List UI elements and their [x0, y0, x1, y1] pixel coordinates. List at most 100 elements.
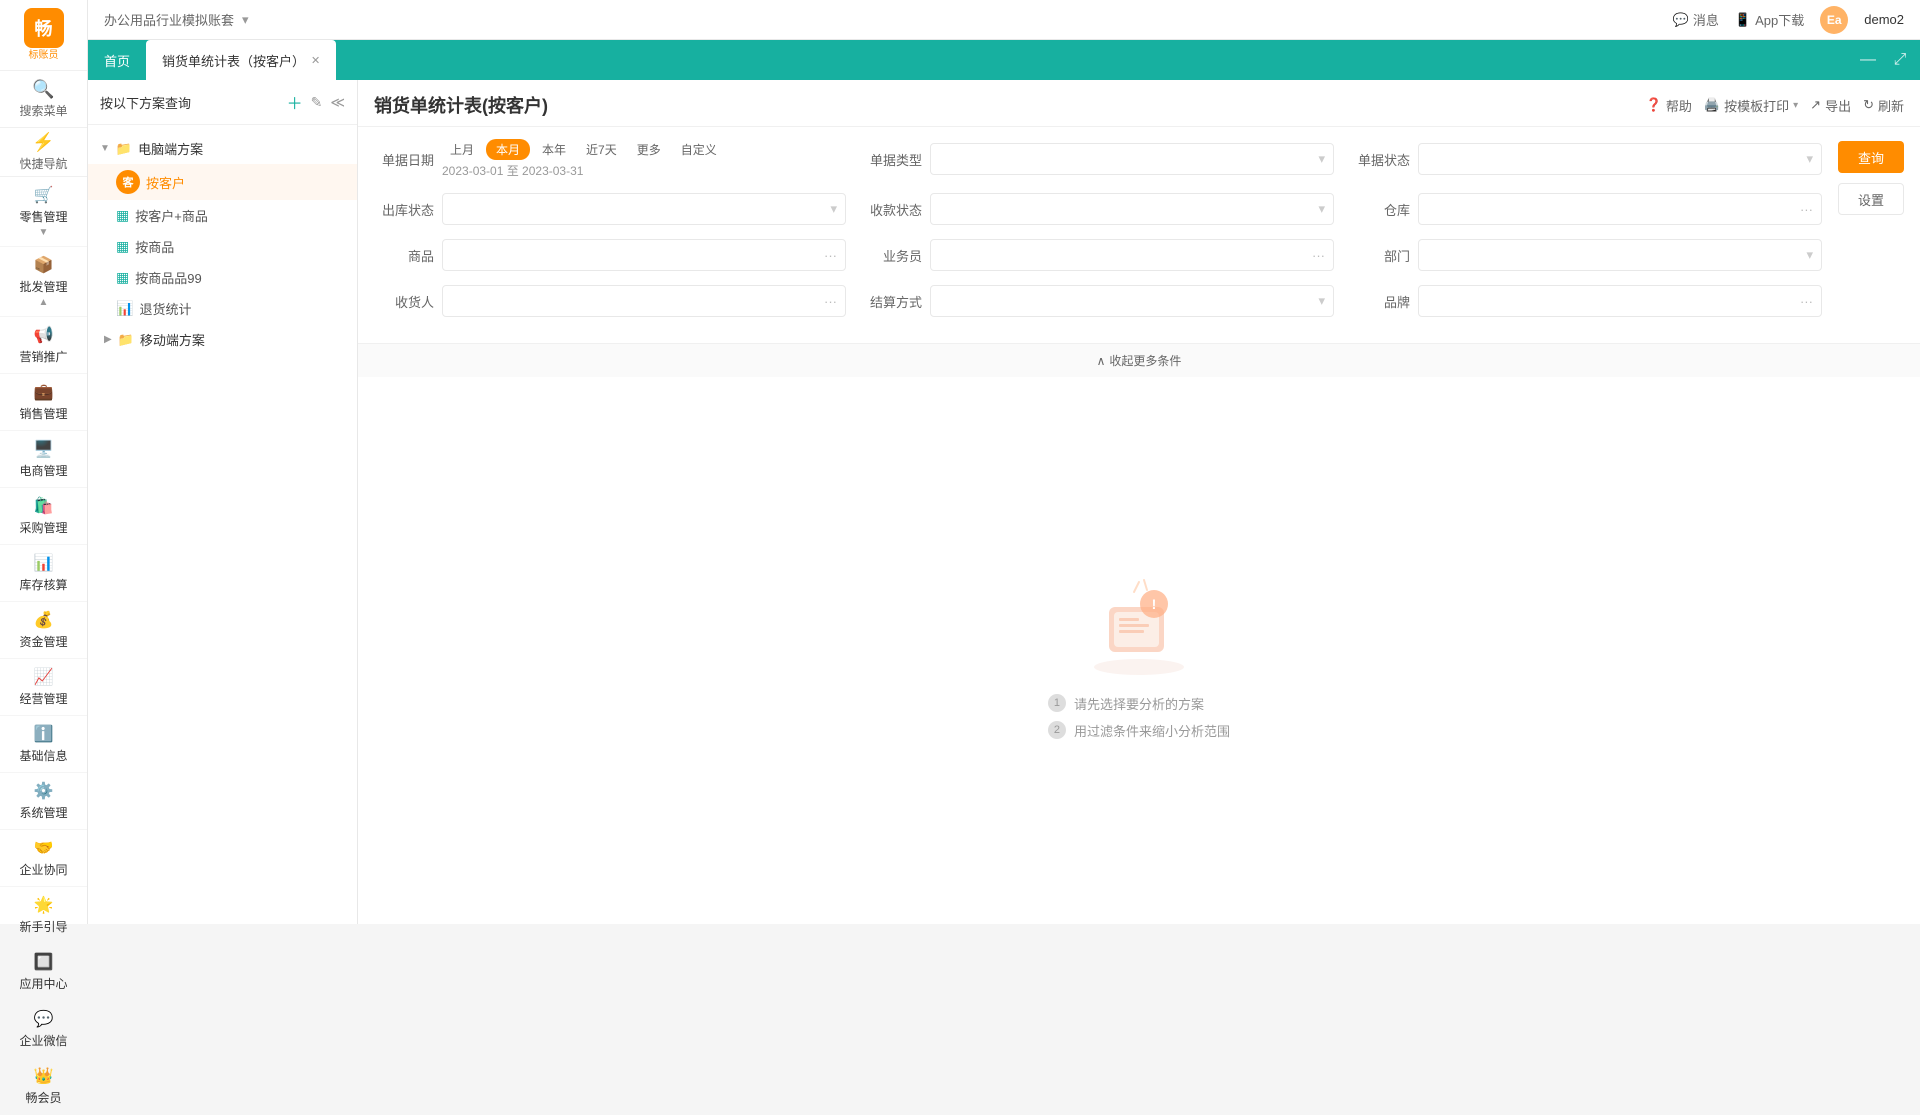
cooperation-icon: 🤝: [34, 838, 54, 858]
add-scheme-btn[interactable]: ＋: [287, 90, 303, 114]
sidebar-item-purchase[interactable]: 🛍️ 采购管理: [0, 488, 87, 545]
tree-item-by-customer-product[interactable]: ▦ 按客户+商品: [88, 200, 357, 231]
date-range: 2023-03-01 至 2023-03-31: [442, 162, 846, 179]
payment-label: 结算方式: [862, 292, 922, 311]
receipt-select[interactable]: ▾: [930, 193, 1334, 225]
product-input[interactable]: ···: [442, 239, 846, 271]
date-btn-this-year[interactable]: 本年: [534, 139, 574, 160]
sidebar-item-wholesale[interactable]: 📦 批发管理 ▲: [0, 247, 87, 317]
username-label[interactable]: demo2: [1864, 12, 1904, 27]
print-btn[interactable]: 🖨️ 按模板打印 ▾: [1704, 96, 1798, 115]
out-select[interactable]: ▾: [442, 193, 846, 225]
collapse-bar[interactable]: ∧ 收起更多条件: [358, 343, 1920, 377]
right-panel: 销货单统计表(按客户) ❓ 帮助 🖨️ 按模板打印 ▾ ↗ 导出: [358, 80, 1920, 924]
empty-illustration: !: [1079, 562, 1199, 682]
tab-home[interactable]: 首页: [88, 40, 146, 80]
filter-item-recipient: 收货人 ···: [374, 285, 846, 317]
filter-item-brand: 品牌 ···: [1350, 285, 1822, 317]
sidebar-item-inventory[interactable]: 📊 库存核算: [0, 545, 87, 602]
date-btn-this-month[interactable]: 本月: [486, 139, 530, 160]
date-btn-custom[interactable]: 自定义: [673, 139, 725, 160]
sidebar-search-item[interactable]: 🔍 搜索菜单: [0, 71, 87, 128]
tree-group-desktop-title[interactable]: ▼ 📁 电脑端方案: [88, 133, 357, 164]
left-panel-header: 按以下方案查询 ＋ ✎ ≪: [88, 80, 357, 125]
sidebar-nav-item[interactable]: ⚡ 快捷导航: [0, 128, 87, 177]
tab-maximize-btn[interactable]: ⤢: [1888, 48, 1912, 72]
sidebar-item-sales[interactable]: 💼 销售管理: [0, 374, 87, 431]
tabbar: 首页 销货单统计表（按客户） ✕ — ⤢: [88, 40, 1920, 80]
tree-item-by-customer[interactable]: 客 按客户: [88, 164, 357, 200]
tree-group-mobile-title[interactable]: ▶ 📁 移动端方案: [88, 324, 357, 355]
edit-scheme-btn[interactable]: ✎: [311, 94, 323, 111]
sidebar-logo[interactable]: 畅 标账员: [0, 0, 87, 71]
sidebar-item-operation[interactable]: 📈 经营管理: [0, 659, 87, 716]
dept-label: 部门: [1350, 246, 1410, 265]
tip-num-2: 2: [1048, 721, 1066, 739]
tab-minimize-btn[interactable]: —: [1856, 48, 1880, 72]
tree-group-desktop: ▼ 📁 电脑端方案 客 按客户 ▦ 按客户+商品 ▦: [88, 133, 357, 324]
wholesale-icon: 📦: [34, 255, 54, 275]
sidebar-item-system[interactable]: ⚙️ 系统管理: [0, 773, 87, 830]
tree-item-refund-stat[interactable]: 📊 退货统计: [88, 293, 357, 324]
warehouse-label: 仓库: [1350, 200, 1410, 219]
date-btn-more[interactable]: 更多: [629, 139, 669, 160]
help-label: 帮助: [1666, 96, 1692, 115]
sidebar-item-member[interactable]: 👑 畅会员: [0, 1058, 87, 1115]
wholesale-arrow: ▲: [39, 297, 49, 308]
help-btn[interactable]: ❓ 帮助: [1646, 96, 1692, 115]
out-label: 出库状态: [374, 200, 434, 219]
payment-select[interactable]: ▾: [930, 285, 1334, 317]
settings-button[interactable]: 设置: [1838, 183, 1904, 215]
query-button[interactable]: 查询: [1838, 141, 1904, 173]
topbar-title: 办公用品行业模拟账套: [104, 10, 234, 29]
sidebar-item-newbie[interactable]: 🌟 新手引导: [0, 887, 87, 944]
print-dropdown-icon[interactable]: ▾: [1793, 100, 1798, 111]
refresh-label: 刷新: [1878, 96, 1904, 115]
sidebar-item-ecommerce[interactable]: 🖥️ 电商管理: [0, 431, 87, 488]
recipient-input[interactable]: ···: [442, 285, 846, 317]
export-icon: ↗: [1810, 97, 1821, 113]
export-btn[interactable]: ↗ 导出: [1810, 96, 1851, 115]
message-btn[interactable]: 💬 消息: [1673, 10, 1719, 29]
sidebar-item-cooperation[interactable]: 🤝 企业协同: [0, 830, 87, 887]
type-label: 单据类型: [862, 150, 922, 169]
empty-tip-2: 2 用过滤条件来缩小分析范围: [1048, 721, 1230, 740]
filter-fields: 单据日期 上月 本月 本年 近7天 更多 自定义 20: [358, 127, 1838, 343]
page-header: 销货单统计表(按客户) ❓ 帮助 🖨️ 按模板打印 ▾ ↗ 导出: [358, 80, 1920, 127]
print-label: 按模板打印: [1724, 96, 1789, 115]
finance-icon: 💰: [34, 610, 54, 630]
left-panel: 按以下方案查询 ＋ ✎ ≪ ▼ 📁 电脑端方案 客 按客户: [88, 80, 358, 924]
app-download-btn[interactable]: 📱 App下载: [1735, 10, 1804, 29]
message-icon: 💬: [1673, 12, 1689, 28]
collapse-panel-btn[interactable]: ≪: [330, 94, 345, 111]
status-select[interactable]: ▾: [1418, 143, 1822, 175]
sidebar-item-wechat[interactable]: 💬 企业微信: [0, 1001, 87, 1058]
basic-icon: ℹ️: [34, 724, 54, 744]
sidebar-item-appstore[interactable]: 🔲 应用中心: [0, 944, 87, 1001]
mobile-folder-icon: 📁: [118, 332, 134, 348]
warehouse-input[interactable]: ···: [1418, 193, 1822, 225]
sidebar-item-retail[interactable]: 🛒 零售管理 ▼: [0, 177, 87, 247]
chart-icon-3: ▦: [116, 269, 129, 286]
filter-item-product: 商品 ···: [374, 239, 846, 271]
type-select[interactable]: ▾: [930, 143, 1334, 175]
recipient-label: 收货人: [374, 292, 434, 311]
date-btn-last-month[interactable]: 上月: [442, 139, 482, 160]
member-icon: 👑: [34, 1066, 54, 1086]
filter-item-receipt: 收款状态 ▾: [862, 193, 1334, 225]
brand-input[interactable]: ···: [1418, 285, 1822, 317]
staff-dots: ···: [1312, 248, 1325, 263]
user-avatar[interactable]: Ea: [1820, 6, 1848, 34]
tree-item-by-product-99[interactable]: ▦ 按商品品99: [88, 262, 357, 293]
tab-close-icon[interactable]: ✕: [311, 54, 320, 67]
tab-sales-stat[interactable]: 销货单统计表（按客户） ✕: [146, 40, 336, 80]
tree-item-by-product[interactable]: ▦ 按商品: [88, 231, 357, 262]
staff-input[interactable]: ···: [930, 239, 1334, 271]
topbar-dropdown-icon[interactable]: ▾: [242, 12, 249, 28]
sidebar-item-marketing[interactable]: 📢 营销推广: [0, 317, 87, 374]
sidebar-item-finance[interactable]: 💰 资金管理: [0, 602, 87, 659]
date-btn-7days[interactable]: 近7天: [578, 139, 625, 160]
dept-select[interactable]: ▾: [1418, 239, 1822, 271]
sidebar-item-basic[interactable]: ℹ️ 基础信息: [0, 716, 87, 773]
refresh-btn[interactable]: ↻ 刷新: [1863, 96, 1904, 115]
